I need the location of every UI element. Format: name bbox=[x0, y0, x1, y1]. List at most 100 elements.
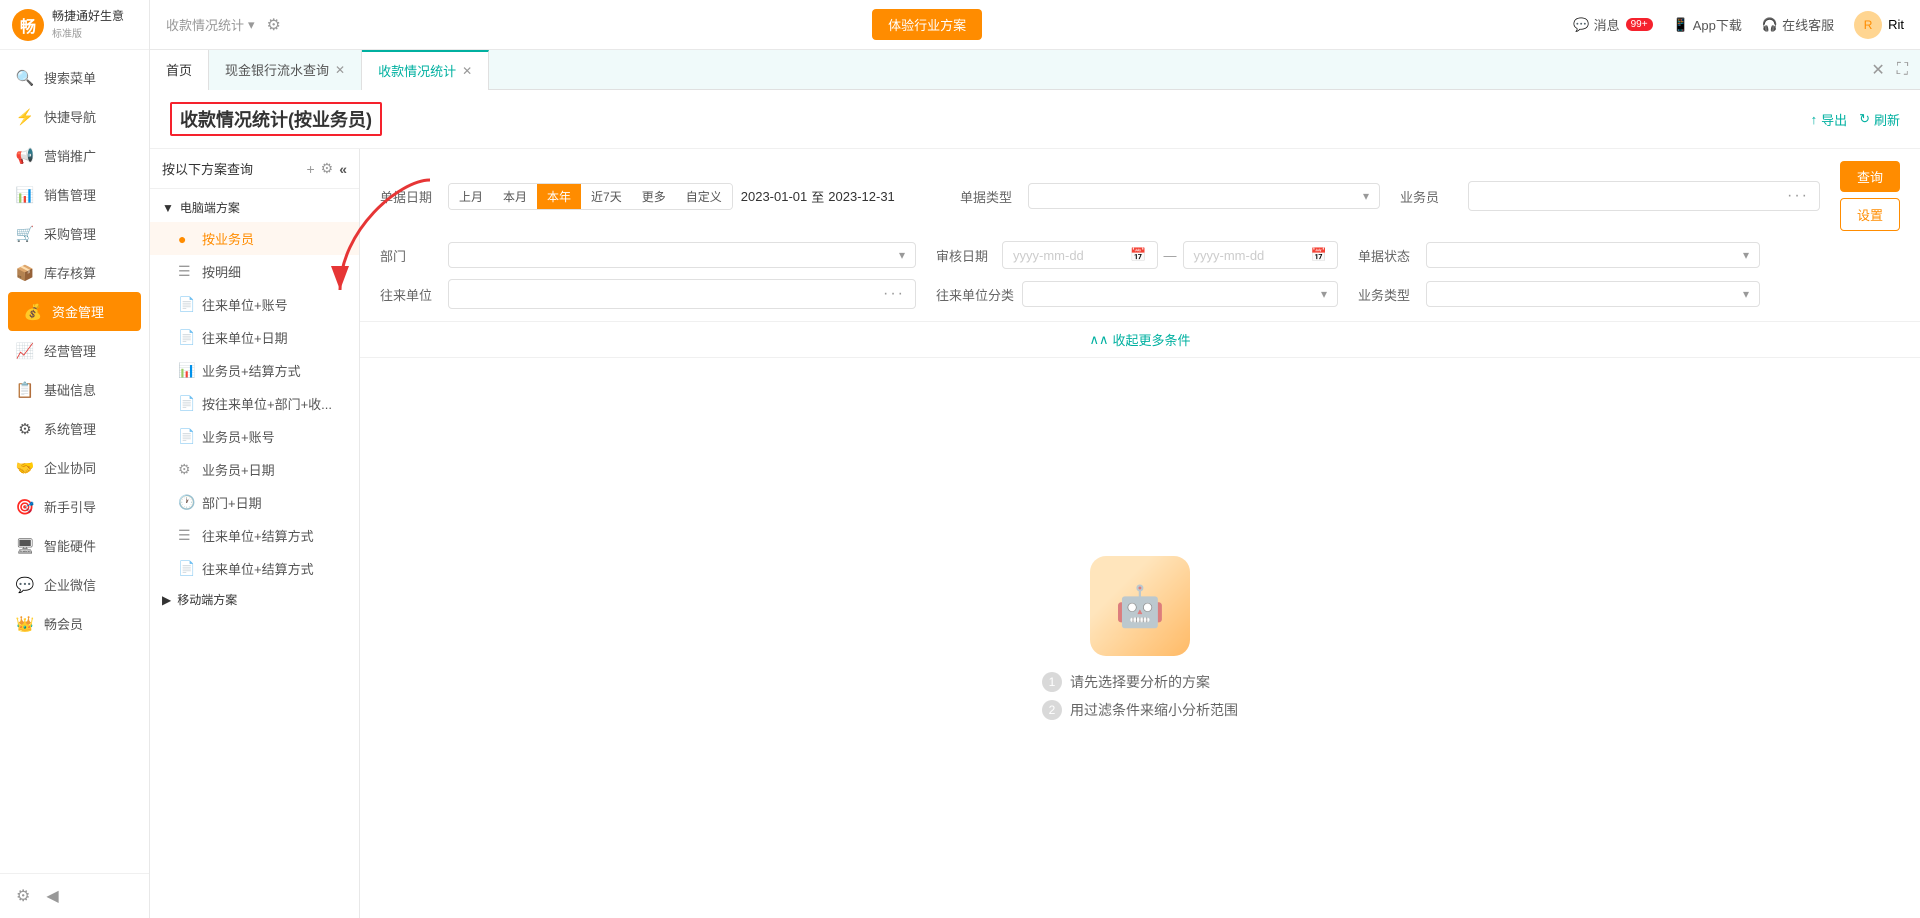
settings-button[interactable]: 设置 bbox=[1840, 198, 1900, 231]
tab-bar-close-all-icon[interactable]: ✕ bbox=[1871, 60, 1884, 80]
sidebar-item-label: 新手引导 bbox=[44, 497, 96, 516]
filter-item-doc-status: 单据状态 ▾ bbox=[1358, 242, 1760, 268]
tab-bank[interactable]: 现金银行流水查询 ✕ bbox=[209, 50, 362, 90]
calendar-end-icon[interactable]: 📅 bbox=[1311, 247, 1327, 263]
mobile-group-title[interactable]: ▶ 移动端方案 bbox=[150, 585, 359, 614]
sidebar-item-marketing[interactable]: 📢 营销推广 bbox=[0, 136, 149, 175]
date-tab-custom[interactable]: 自定义 bbox=[676, 184, 732, 209]
tree-item-by-staff[interactable]: ● 按业务员 bbox=[150, 222, 359, 255]
sidebar-item-hardware[interactable]: 🖥 智能硬件 bbox=[0, 526, 149, 565]
doc-type-dropdown[interactable]: ▾ bbox=[1028, 183, 1380, 209]
sidebar-nav: 🔍 搜索菜单 ⚡ 快捷导航 📢 营销推广 📊 销售管理 🛒 采购管理 📦 库存核… bbox=[0, 50, 149, 873]
staff-input[interactable]: ··· bbox=[1468, 181, 1820, 211]
footer-collapse-icon[interactable]: ◀ bbox=[46, 886, 58, 906]
sidebar-item-inventory[interactable]: 📦 库存核算 bbox=[0, 253, 149, 292]
tab-bank-label: 现金银行流水查询 bbox=[225, 60, 329, 79]
fund-icon: 💰 bbox=[24, 303, 42, 321]
sidebar-item-quick-nav[interactable]: ⚡ 快捷导航 bbox=[0, 97, 149, 136]
tab-receipt-close-icon[interactable]: ✕ bbox=[462, 64, 472, 78]
sidebar-item-enterprise[interactable]: 🤝 企业协同 bbox=[0, 448, 149, 487]
collapse-btn[interactable]: ∧∧ 收起更多条件 bbox=[1089, 330, 1190, 349]
tree-item-unit-settle2[interactable]: 📄 往来单位+结算方式 bbox=[150, 552, 359, 585]
tree-item-label: 业务员+结算方式 bbox=[202, 361, 301, 380]
message-action[interactable]: 💬 消息 99+ bbox=[1573, 15, 1652, 34]
doc-status-dropdown[interactable]: ▾ bbox=[1426, 242, 1760, 268]
tab-receipt[interactable]: 收款情况统计 ✕ bbox=[362, 50, 489, 90]
topbar-right: 💬 消息 99+ 📱 App下载 🎧 在线客服 R Rit bbox=[1573, 11, 1904, 39]
filter-item-doc-type: 单据类型 ▾ bbox=[960, 183, 1380, 209]
tree-item-unit-date[interactable]: 📄 往来单位+日期 bbox=[150, 321, 359, 354]
scheme-settings-icon[interactable]: ⚙ bbox=[321, 160, 334, 177]
tab-bar-expand-icon[interactable]: ⛶ bbox=[1897, 61, 1908, 79]
tree-item-unit-account[interactable]: 📄 往来单位+账号 bbox=[150, 288, 359, 321]
tree-item-unit-dept[interactable]: 📄 按往来单位+部门+收... bbox=[150, 387, 359, 420]
sidebar-item-system[interactable]: ⚙ 系统管理 bbox=[0, 409, 149, 448]
date-tab-this-month[interactable]: 本月 bbox=[493, 184, 537, 209]
sidebar-item-wechat[interactable]: 💬 企业微信 bbox=[0, 565, 149, 604]
tree-collapse-icon: ▼ bbox=[162, 201, 174, 215]
sidebar-item-basic[interactable]: 📋 基础信息 bbox=[0, 370, 149, 409]
marketing-icon: 📢 bbox=[16, 147, 34, 165]
tree-item-dept-date[interactable]: 🕐 部门+日期 bbox=[150, 486, 359, 519]
topbar-gear-icon[interactable]: ⚙ bbox=[267, 15, 281, 35]
app-icon: 📱 bbox=[1673, 17, 1689, 33]
date-tab-this-year[interactable]: 本年 bbox=[537, 184, 581, 209]
unit-input[interactable]: ··· bbox=[448, 279, 916, 309]
filter-row-1: 单据日期 上月 本月 本年 近7天 更多 自定义 2023-01-01 bbox=[380, 161, 1900, 231]
app-download-action[interactable]: 📱 App下载 bbox=[1673, 15, 1742, 34]
hint-2-text: 用过滤条件来缩小分析范围 bbox=[1070, 700, 1238, 720]
logo-badge: 标准版 bbox=[52, 25, 124, 40]
sidebar-item-member[interactable]: 👑 畅会员 bbox=[0, 604, 149, 643]
export-button[interactable]: ↑ 导出 bbox=[1811, 110, 1848, 129]
sidebar-item-guide[interactable]: 🎯 新手引导 bbox=[0, 487, 149, 526]
trial-button[interactable]: 体验行业方案 bbox=[872, 9, 982, 40]
audit-end-placeholder: yyyy-mm-dd bbox=[1194, 248, 1265, 263]
date-tab-last-month[interactable]: 上月 bbox=[449, 184, 493, 209]
tree-item-staff-settle[interactable]: 📊 业务员+结算方式 bbox=[150, 354, 359, 387]
calendar-start-icon[interactable]: 📅 bbox=[1130, 247, 1146, 263]
date-start: 2023-01-01 bbox=[741, 189, 808, 204]
service-action[interactable]: 🎧 在线客服 bbox=[1762, 15, 1834, 34]
staff-more-icon[interactable]: ··· bbox=[1787, 187, 1809, 205]
unit-type-dropdown[interactable]: ▾ bbox=[1022, 281, 1338, 307]
sidebar-item-operation[interactable]: 📈 经营管理 bbox=[0, 331, 149, 370]
date-tab-more[interactable]: 更多 bbox=[632, 184, 676, 209]
sidebar-item-sales[interactable]: 📊 销售管理 bbox=[0, 175, 149, 214]
dept-dropdown[interactable]: ▾ bbox=[448, 242, 916, 268]
service-label: 在线客服 bbox=[1782, 15, 1834, 34]
user-area[interactable]: R Rit bbox=[1854, 11, 1904, 39]
audit-end-input[interactable]: yyyy-mm-dd 📅 bbox=[1183, 241, 1339, 269]
biz-type-label: 业务类型 bbox=[1358, 285, 1418, 304]
tree-item-unit-settle1[interactable]: ☰ 往来单位+结算方式 bbox=[150, 519, 359, 552]
tree-item-staff-date[interactable]: ⚙ 业务员+日期 bbox=[150, 453, 359, 486]
refresh-button[interactable]: ↻ 刷新 bbox=[1859, 110, 1900, 129]
date-tab-last-7[interactable]: 近7天 bbox=[581, 184, 632, 209]
tree-item-by-detail[interactable]: ☰ 按明细 bbox=[150, 255, 359, 288]
left-panel-actions: + ⚙ « bbox=[306, 160, 347, 177]
sidebar-item-search[interactable]: 🔍 搜索菜单 bbox=[0, 58, 149, 97]
mobile-group-label: 移动端方案 bbox=[177, 591, 237, 608]
sidebar-item-fund[interactable]: 💰 资金管理 bbox=[8, 292, 141, 331]
audit-start-input[interactable]: yyyy-mm-dd 📅 bbox=[1002, 241, 1158, 269]
left-panel-title: 按以下方案查询 bbox=[162, 159, 253, 178]
query-button[interactable]: 查询 bbox=[1840, 161, 1900, 192]
desktop-group-title[interactable]: ▼ 电脑端方案 bbox=[150, 193, 359, 222]
biz-type-dropdown[interactable]: ▾ bbox=[1426, 281, 1760, 307]
tab-home[interactable]: 首页 bbox=[150, 50, 209, 90]
unit-more-icon[interactable]: ··· bbox=[883, 285, 905, 303]
unit-type-label: 往来单位分类 bbox=[936, 285, 1014, 304]
sidebar-item-label: 资金管理 bbox=[52, 302, 104, 321]
tab-bank-close-icon[interactable]: ✕ bbox=[335, 63, 345, 77]
staff-account-icon: 📄 bbox=[178, 428, 196, 445]
tree-item-staff-account[interactable]: 📄 业务员+账号 bbox=[150, 420, 359, 453]
sidebar-item-purchase[interactable]: 🛒 采购管理 bbox=[0, 214, 149, 253]
footer-settings-icon[interactable]: ⚙ bbox=[16, 886, 30, 906]
collapse-panel-icon[interactable]: « bbox=[339, 161, 347, 177]
staff-label: 业务员 bbox=[1400, 187, 1460, 206]
desktop-group: ▼ 电脑端方案 ● 按业务员 ☰ 按明细 📄 bbox=[150, 193, 359, 585]
staff-settle-icon: 📊 bbox=[178, 362, 196, 379]
sidebar-item-label: 系统管理 bbox=[44, 419, 96, 438]
by-detail-icon: ☰ bbox=[178, 263, 196, 280]
tree-item-label: 往来单位+日期 bbox=[202, 328, 288, 347]
add-scheme-icon[interactable]: + bbox=[306, 161, 314, 177]
